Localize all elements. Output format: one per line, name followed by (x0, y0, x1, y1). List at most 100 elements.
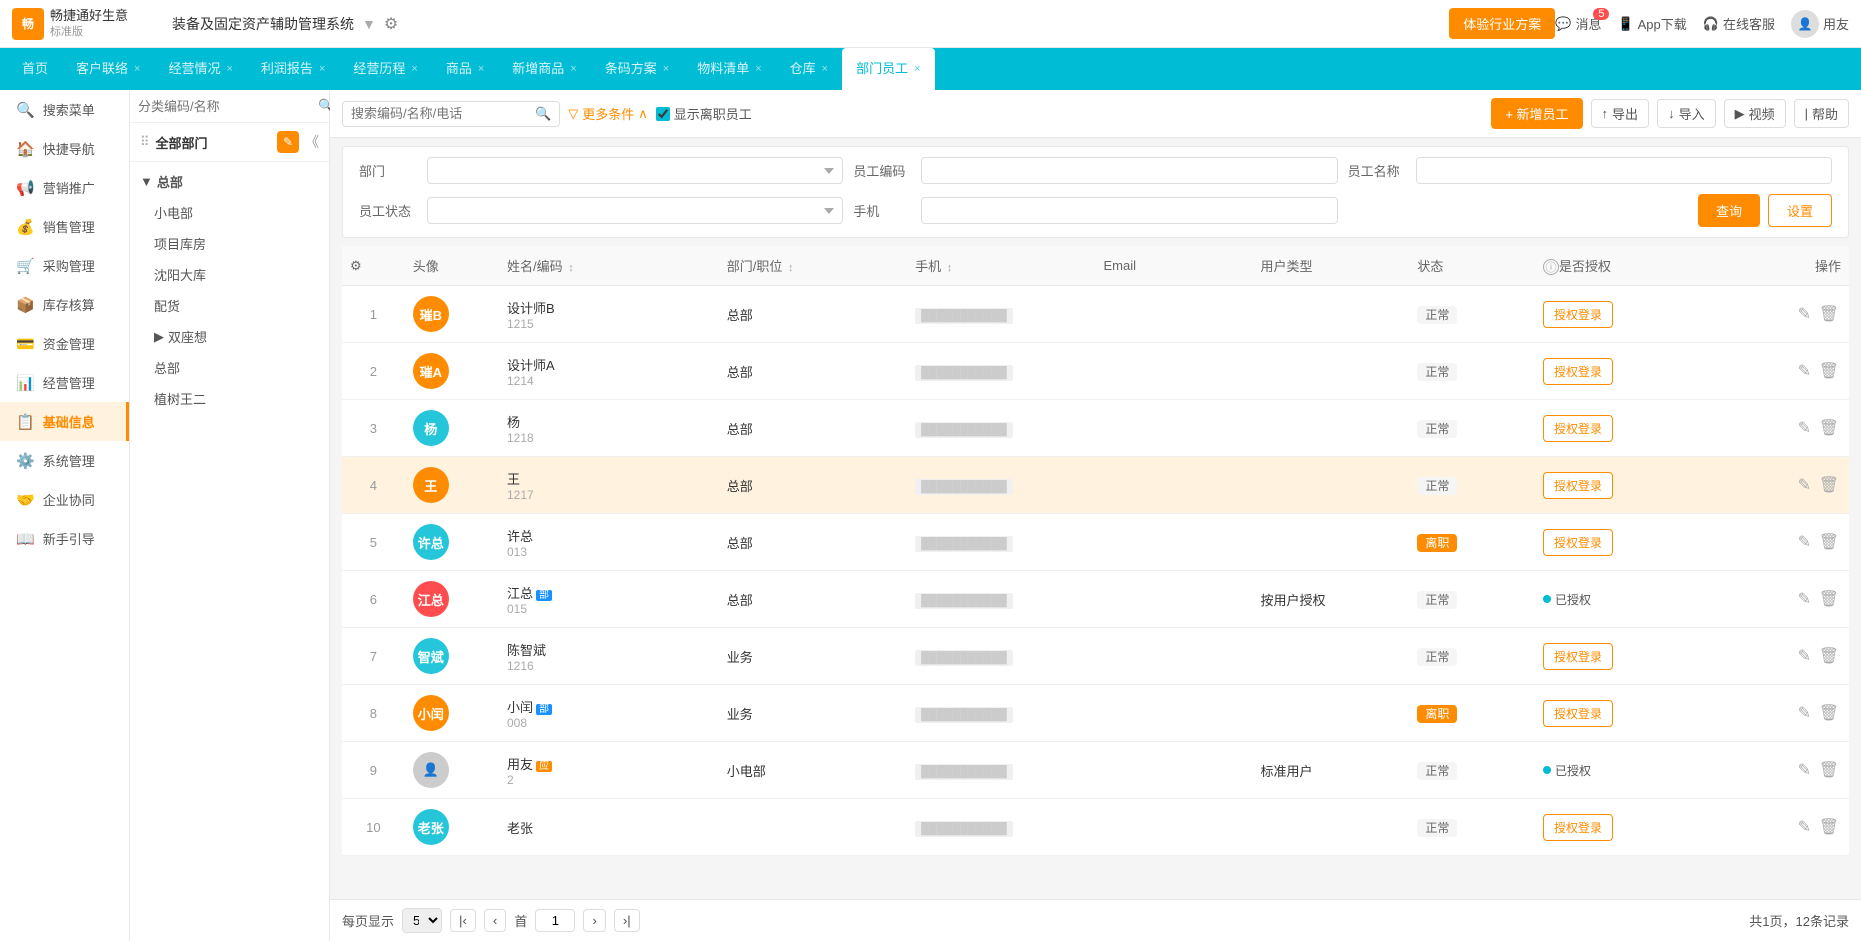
export-btn[interactable]: ↑ 导出 (1591, 99, 1650, 128)
nav-close-bom[interactable]: × (755, 48, 761, 90)
edit-btn[interactable]: ✎ (1798, 819, 1811, 836)
delete-btn[interactable]: 🗑 (1819, 534, 1839, 551)
sidebar-item-quicknav[interactable]: 🏠 快捷导航 (0, 129, 129, 168)
nav-customer[interactable]: 客户联络 × (62, 48, 154, 90)
search-input[interactable] (351, 106, 531, 121)
nav-new-goods[interactable]: 新增商品 × (498, 48, 590, 90)
delete-btn[interactable]: 🗑 (1819, 819, 1839, 836)
tree-search-input[interactable] (138, 99, 314, 114)
edit-btn[interactable]: ✎ (1798, 648, 1811, 665)
sidebar-item-guide[interactable]: 📖 新手引导 (0, 519, 129, 558)
delete-btn[interactable]: 🗑 (1819, 591, 1839, 608)
nav-close-warehouse[interactable]: × (822, 48, 828, 90)
nav-close-history[interactable]: × (411, 48, 417, 90)
nav-history[interactable]: 经营历程 × (339, 48, 431, 90)
prev-page-btn[interactable]: ‹ (484, 909, 506, 932)
auth-info-icon[interactable]: ⓘ (1543, 259, 1559, 275)
delete-btn[interactable]: 🗑 (1819, 762, 1839, 779)
nav-goods[interactable]: 商品 × (432, 48, 498, 90)
delete-btn[interactable]: 🗑 (1819, 705, 1839, 722)
sidebar-item-sales[interactable]: 💰 销售管理 (0, 207, 129, 246)
first-page-btn[interactable]: |‹ (450, 909, 476, 932)
auth-btn[interactable]: 授权登录 (1543, 529, 1613, 556)
nav-employee[interactable]: 部门员工 × (842, 48, 934, 90)
nav-close-new-goods[interactable]: × (570, 48, 576, 90)
search-btn-icon[interactable]: 🔍 (535, 106, 551, 122)
auth-btn[interactable]: 授权登录 (1543, 301, 1613, 328)
phone-input[interactable] (921, 197, 1337, 224)
nav-close-operation[interactable]: × (226, 48, 232, 90)
edit-btn[interactable]: ✎ (1798, 534, 1811, 551)
sidebar-item-basic[interactable]: 📋 基础信息 (0, 402, 129, 441)
nav-operation[interactable]: 经营情况 × (154, 48, 246, 90)
sidebar-item-management[interactable]: 📊 经营管理 (0, 363, 129, 402)
gear-icon[interactable]: ⚙ (384, 14, 398, 34)
tree-node-xiaodian[interactable]: 小电部 (130, 197, 329, 228)
auth-btn[interactable]: 授权登录 (1543, 415, 1613, 442)
nav-profit[interactable]: 利润报告 × (247, 48, 339, 90)
help-btn[interactable]: | 帮助 (1794, 99, 1849, 128)
nav-home[interactable]: 首页 (8, 48, 62, 90)
col-dept[interactable]: 部门/职位 ↕ (719, 246, 907, 286)
delete-btn[interactable]: 🗑 (1819, 648, 1839, 665)
sidebar-item-finance[interactable]: 💳 资金管理 (0, 324, 129, 363)
edit-btn[interactable]: ✎ (1798, 591, 1811, 608)
edit-btn[interactable]: ✎ (1798, 363, 1811, 380)
nav-close-barcode[interactable]: × (663, 48, 669, 90)
tree-node-shuangzuo[interactable]: ▶ 双座想 (130, 321, 329, 352)
sidebar-item-marketing[interactable]: 📢 营销推广 (0, 168, 129, 207)
edit-btn[interactable]: ✎ (1798, 705, 1811, 722)
delete-btn[interactable]: 🗑 (1819, 306, 1839, 323)
import-btn[interactable]: ↓ 导入 (1657, 99, 1716, 128)
tree-node-pihuo[interactable]: 配货 (130, 290, 329, 321)
nav-barcode[interactable]: 条码方案 × (591, 48, 683, 90)
try-btn[interactable]: 体验行业方案 (1449, 8, 1555, 39)
col-phone[interactable]: 手机 ↕ (907, 246, 1095, 286)
tree-node-project[interactable]: 项目库房 (130, 228, 329, 259)
dropdown-icon[interactable]: ▼ (362, 16, 376, 32)
col-settings[interactable]: ⚙ (342, 246, 405, 286)
edit-btn[interactable]: ✎ (1798, 420, 1811, 437)
auth-btn[interactable]: 授权登录 (1543, 643, 1613, 670)
tree-node-shenyang[interactable]: 沈阳大库 (130, 259, 329, 290)
next-page-btn[interactable]: › (583, 909, 605, 932)
nav-close-employee[interactable]: × (914, 48, 920, 90)
nav-close-goods[interactable]: × (478, 48, 484, 90)
emp-name-input[interactable] (1416, 157, 1832, 184)
tree-node-zhishu[interactable]: 植树王二 (130, 383, 329, 414)
delete-btn[interactable]: 🗑 (1819, 420, 1839, 437)
query-btn[interactable]: 查询 (1698, 194, 1760, 227)
app-download-btn[interactable]: 📱 App下载 (1617, 14, 1686, 33)
emp-code-input[interactable] (921, 157, 1337, 184)
video-btn[interactable]: ▶ 视频 (1724, 99, 1786, 128)
sidebar-item-system[interactable]: ⚙️ 系统管理 (0, 441, 129, 480)
nav-close-customer[interactable]: × (134, 48, 140, 90)
page-number-input[interactable] (535, 909, 575, 932)
nav-bom[interactable]: 物料清单 × (683, 48, 775, 90)
dept-select[interactable] (427, 157, 843, 184)
auth-btn[interactable]: 授权登录 (1543, 472, 1613, 499)
tree-collapse-btn[interactable]: 《 (305, 132, 319, 152)
filter-more-btn[interactable]: ▽ 更多条件 ∧ (568, 104, 648, 123)
set-btn[interactable]: 设置 (1768, 194, 1832, 227)
user-menu-btn[interactable]: 👤 用友 (1791, 10, 1849, 38)
edit-btn[interactable]: ✎ (1798, 477, 1811, 494)
sidebar-item-inventory[interactable]: 📦 库存核算 (0, 285, 129, 324)
auth-btn[interactable]: 授权登录 (1543, 700, 1613, 727)
delete-btn[interactable]: 🗑 (1819, 477, 1839, 494)
page-size-select[interactable]: 50 100 (402, 908, 442, 933)
sidebar-item-collab[interactable]: 🤝 企业协同 (0, 480, 129, 519)
sidebar-item-purchase[interactable]: 🛒 采购管理 (0, 246, 129, 285)
last-page-btn[interactable]: ›| (614, 909, 640, 932)
show-departed-checkbox[interactable] (656, 107, 670, 121)
nav-close-profit[interactable]: × (319, 48, 325, 90)
tree-node-zongbu[interactable]: 总部 (130, 352, 329, 383)
edit-btn[interactable]: ✎ (1798, 762, 1811, 779)
tree-edit-btn[interactable]: ✎ (277, 131, 299, 153)
add-employee-btn[interactable]: + 新增员工 (1491, 98, 1582, 129)
edit-btn[interactable]: ✎ (1798, 306, 1811, 323)
online-service-btn[interactable]: 🎧 在线客服 (1703, 14, 1775, 33)
sidebar-item-search[interactable]: 🔍 搜索菜单 (0, 90, 129, 129)
tree-node-head[interactable]: ▼ 总部 (130, 166, 329, 197)
messages-btn[interactable]: 💬 消息 5 (1555, 14, 1601, 33)
